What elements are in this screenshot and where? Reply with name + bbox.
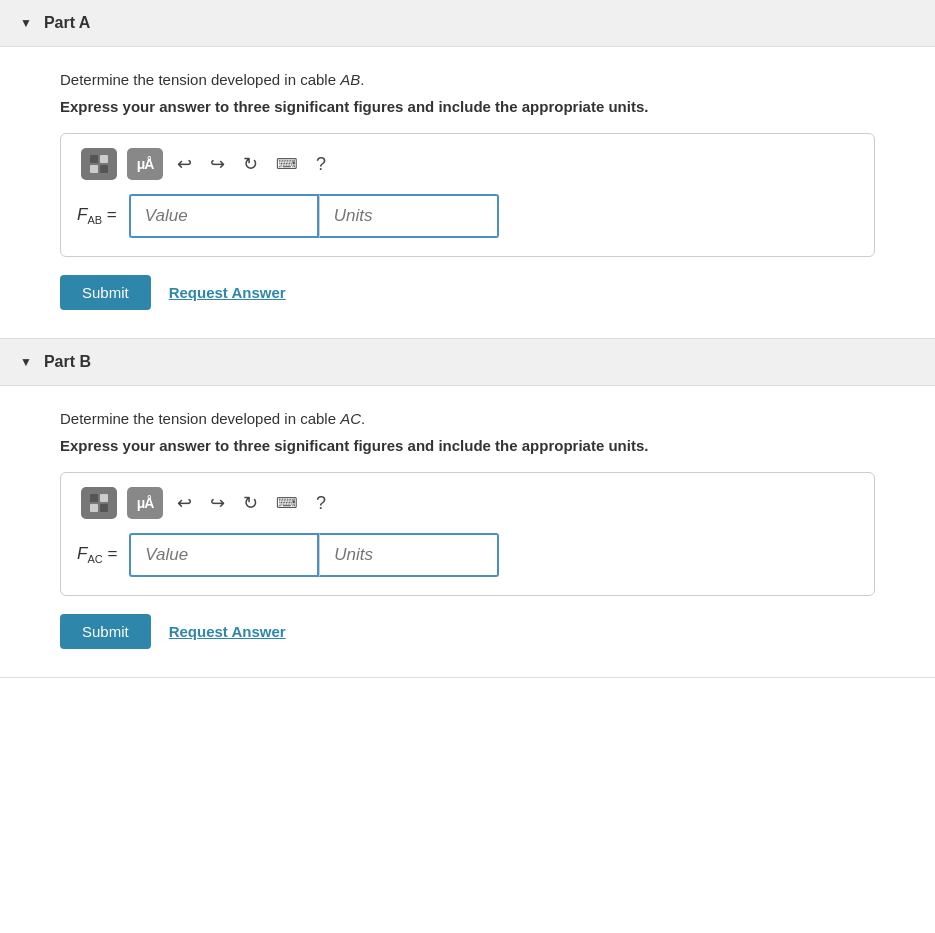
description-part-a: Determine the tension developed in cable… [60, 71, 875, 88]
redo-button-part-b[interactable]: ↪ [206, 490, 229, 516]
part-title-part-b: Part B [44, 353, 91, 371]
part-header-part-b: ▼ Part B [0, 339, 935, 386]
submit-button-part-a[interactable]: Submit [60, 275, 151, 310]
request-answer-button-part-a[interactable]: Request Answer [169, 284, 286, 301]
part-section-part-b: ▼ Part B Determine the tension developed… [0, 339, 935, 678]
chevron-icon-part-b[interactable]: ▼ [20, 355, 32, 369]
mu-button-part-b[interactable]: μÅ [127, 487, 163, 519]
undo-button-part-b[interactable]: ↩ [173, 490, 196, 516]
mu-button-part-a[interactable]: μÅ [127, 148, 163, 180]
part-title-part-a: Part A [44, 14, 91, 32]
help-button-part-b[interactable]: ? [312, 491, 330, 516]
grid-button-part-a[interactable] [81, 148, 117, 180]
refresh-button-part-a[interactable]: ↻ [239, 151, 262, 177]
units-input-part-b[interactable] [319, 533, 499, 577]
units-input-part-a[interactable] [319, 194, 499, 238]
part-content-part-a: Determine the tension developed in cable… [0, 47, 935, 338]
keyboard-button-part-b[interactable]: ⌨ [272, 492, 302, 514]
input-label-part-b: FAC = [77, 544, 117, 565]
toolbar-part-b: μÅ ↩ ↪ ↻ ⌨ ? [77, 487, 858, 519]
action-row-part-a: Submit Request Answer [60, 275, 875, 310]
input-row-part-b: FAC = [77, 533, 858, 577]
refresh-button-part-b[interactable]: ↻ [239, 490, 262, 516]
instruction-part-a: Express your answer to three significant… [60, 98, 875, 115]
part-section-part-a: ▼ Part A Determine the tension developed… [0, 0, 935, 339]
keyboard-button-part-a[interactable]: ⌨ [272, 153, 302, 175]
chevron-icon-part-a[interactable]: ▼ [20, 16, 32, 30]
request-answer-button-part-b[interactable]: Request Answer [169, 623, 286, 640]
toolbar-part-a: μÅ ↩ ↪ ↻ ⌨ ? [77, 148, 858, 180]
input-row-part-a: FAB = [77, 194, 858, 238]
action-row-part-b: Submit Request Answer [60, 614, 875, 649]
redo-button-part-a[interactable]: ↪ [206, 151, 229, 177]
grid-button-part-b[interactable] [81, 487, 117, 519]
value-input-part-a[interactable] [129, 194, 319, 238]
description-part-b: Determine the tension developed in cable… [60, 410, 875, 427]
value-input-part-b[interactable] [129, 533, 319, 577]
part-content-part-b: Determine the tension developed in cable… [0, 386, 935, 677]
part-header-part-a: ▼ Part A [0, 0, 935, 47]
submit-button-part-b[interactable]: Submit [60, 614, 151, 649]
answer-box-part-b: μÅ ↩ ↪ ↻ ⌨ ? FAC = [60, 472, 875, 596]
help-button-part-a[interactable]: ? [312, 152, 330, 177]
answer-box-part-a: μÅ ↩ ↪ ↻ ⌨ ? FAB = [60, 133, 875, 257]
instruction-part-b: Express your answer to three significant… [60, 437, 875, 454]
input-label-part-a: FAB = [77, 205, 117, 226]
undo-button-part-a[interactable]: ↩ [173, 151, 196, 177]
